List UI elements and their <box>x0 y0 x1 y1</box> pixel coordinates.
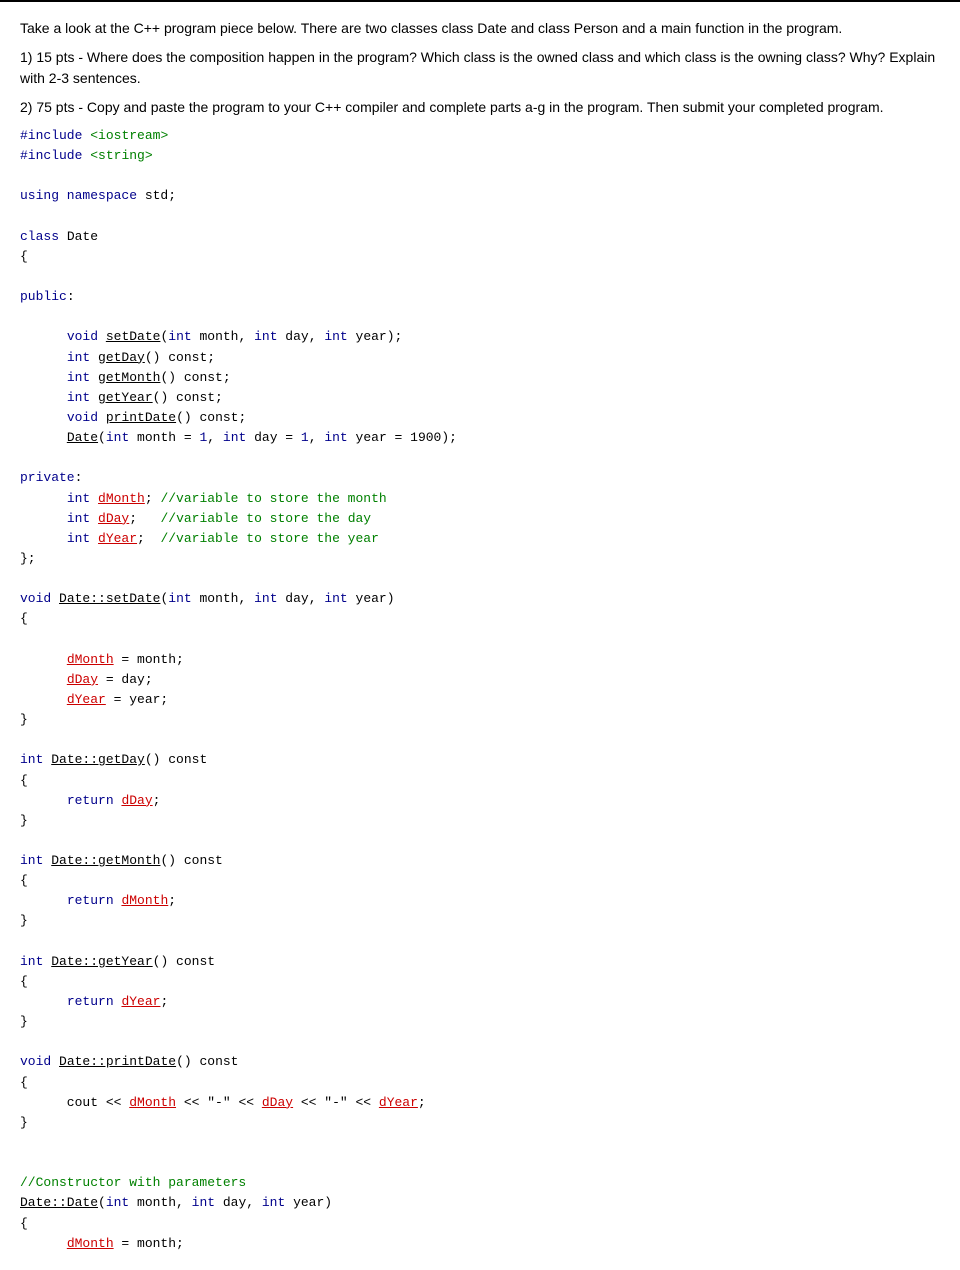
code-block: #include <iostream> #include <string> us… <box>20 126 940 1254</box>
instructions-block: Take a look at the C++ program piece bel… <box>20 18 940 118</box>
intro-text: Take a look at the C++ program piece bel… <box>20 18 940 39</box>
q1-text: 1) 15 pts - Where does the composition h… <box>20 47 940 89</box>
q2-text: 2) 75 pts - Copy and paste the program t… <box>20 97 940 118</box>
